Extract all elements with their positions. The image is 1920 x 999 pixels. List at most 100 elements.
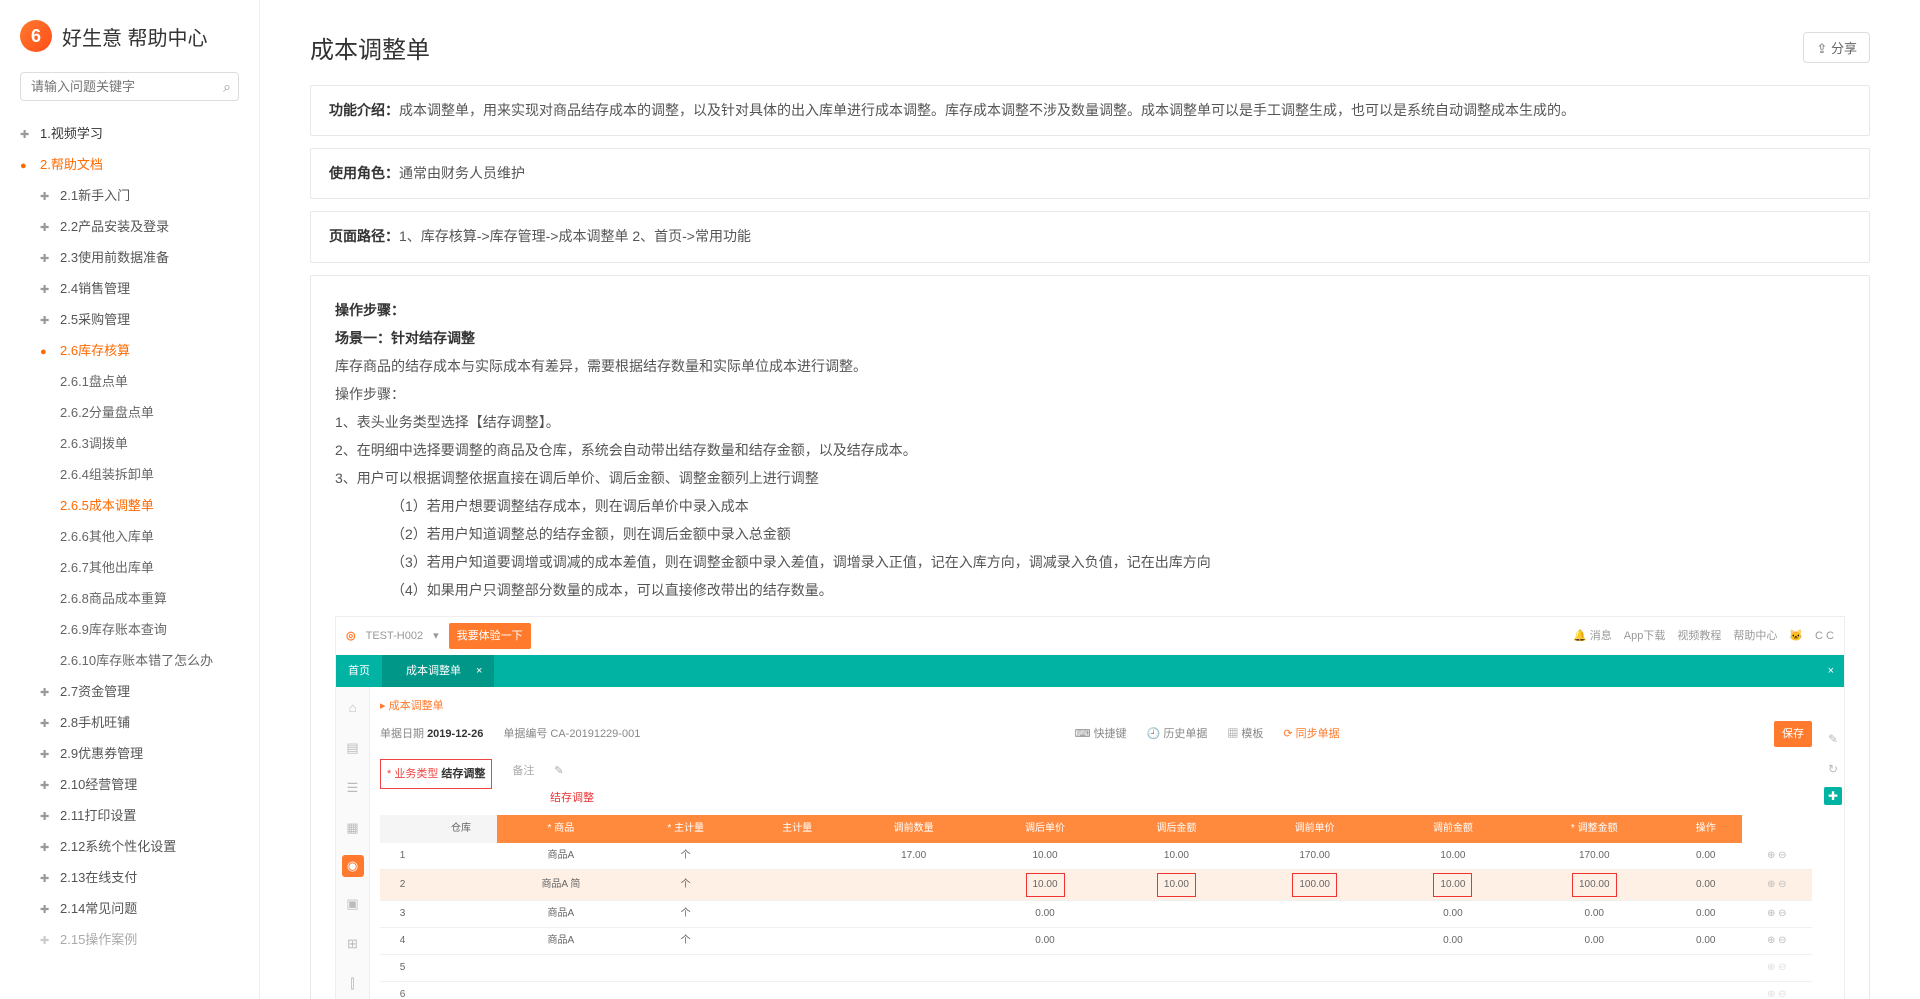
table-cell: 4 [380, 927, 425, 954]
nav-l3[interactable]: 2.6.3调拨单 [0, 427, 259, 458]
nav-l3[interactable]: 2.6.10库存账本错了怎么办 [0, 644, 259, 675]
col-header: 仓库 [425, 815, 497, 843]
nav-l2[interactable]: ✚2.12系统个性化设置 [0, 830, 259, 861]
tool-icon: ✚ [1824, 787, 1842, 805]
nav-l2[interactable]: ✚2.3使用前数据准备 [0, 241, 259, 272]
table-cell [848, 954, 979, 981]
remark-label: 备注 [512, 760, 534, 782]
nav-l2[interactable]: ✚2.8手机旺铺 [0, 706, 259, 737]
table-cell: 0.00 [1670, 900, 1742, 927]
page-title: 成本调整单 [310, 30, 430, 65]
nav-label: 2.13在线支付 [60, 870, 137, 885]
row-number: 6 [380, 981, 425, 999]
nav-l2[interactable]: ✚2.10经营管理 [0, 768, 259, 799]
table-cell [746, 981, 848, 999]
table-cell: 1 [380, 843, 425, 870]
user-name: C C [1815, 625, 1834, 647]
nav-l3[interactable]: 2.6.2分量盘点单 [0, 396, 259, 427]
app-right-rail: ✎ ↻ ✚ [1822, 687, 1844, 999]
plus-icon: ✚ [40, 283, 54, 296]
nav-l2[interactable]: ✚2.13在线支付 [0, 861, 259, 892]
table-cell [625, 981, 746, 999]
share-icon: ⇪ [1816, 41, 1827, 56]
table-cell: 0.00 [1387, 927, 1518, 954]
table-cell [425, 981, 497, 999]
nav-l3[interactable]: 2.6.6其他入库单 [0, 520, 259, 551]
nav-label: 2.帮助文档 [40, 157, 103, 172]
nav-l3[interactable]: 2.6.4组装拆卸单 [0, 458, 259, 489]
nav-l3[interactable]: 2.6.1盘点单 [0, 365, 259, 396]
table-cell [1111, 954, 1242, 981]
table-cell [425, 869, 497, 900]
nav-docs[interactable]: ●2.帮助文档 [0, 148, 259, 179]
app-meta-row: 单据日期 2019-12-26 单据编号 CA-20191229-001 ⌨ 快… [380, 721, 1812, 747]
row-number: 5 [380, 954, 425, 981]
dropdown-icon: ▾ [433, 625, 439, 647]
table-cell [746, 843, 848, 870]
nav-l3[interactable]: 2.6.9库存账本查询 [0, 613, 259, 644]
date-label: 单据日期 [380, 728, 424, 740]
table-row: 1商品A个17.0010.0010.00170.0010.00170.000.0… [380, 843, 1812, 870]
nav-l2[interactable]: ✚2.7资金管理 [0, 675, 259, 706]
nav-video[interactable]: ✚1.视频学习 [0, 117, 259, 148]
step-3a: （1）若用户想要调整结存成本，则在调后单价中录入成本 [335, 492, 1845, 520]
role-card: 使用角色：通常由财务人员维护 [310, 148, 1870, 199]
table-cell: 17.00 [848, 843, 979, 870]
nav-l2[interactable]: ✚ 2.9优惠券管理 [0, 737, 259, 768]
brand-logo: 6 [20, 20, 52, 52]
nav-l2[interactable]: ✚ 2.5采购管理 [0, 303, 259, 334]
plus-icon: ✚ [40, 748, 54, 761]
org-name: TEST-H002 [366, 625, 423, 647]
table-cell [425, 900, 497, 927]
share-button[interactable]: ⇪ 分享 [1803, 32, 1870, 63]
doc-label: 单据编号 [503, 728, 547, 740]
table-cell [425, 843, 497, 870]
nav-l3-cost-adjust[interactable]: 2.6.5成本调整单 [0, 489, 259, 520]
plus-icon: ✚ [20, 128, 34, 141]
table-cell [1670, 981, 1742, 999]
nav-label: 2.11打印设置 [60, 808, 136, 823]
nav-label: 2.6.2分量盘点单 [60, 405, 154, 420]
article-body: 操作步骤： 场景一：针对结存调整 库存商品的结存成本与实际成本有差异，需要根据结… [310, 275, 1870, 999]
col-header: * 商品 [497, 815, 625, 843]
minus-icon: ● [40, 346, 54, 358]
nav-label: 2.14常见问题 [60, 901, 137, 916]
plus-icon: ✚ [40, 190, 54, 203]
app-topbar: ◎ TEST-H002 ▾ 我要体验一下 🔔 消息 App下载 视频教程 帮助中… [336, 617, 1844, 655]
nav-label: 2.6.9库存账本查询 [60, 622, 167, 637]
intro-text: 成本调整单，用来实现对商品结存成本的调整，以及针对具体的出入库单进行成本调整。库… [399, 102, 1575, 118]
table-cell: 商品A [497, 900, 625, 927]
table-row: 2商品A 简个10.0010.00100.0010.00100.000.00⊕ … [380, 869, 1812, 900]
search-icon[interactable]: ⌕ [223, 78, 231, 95]
nav-label: 2.6库存核算 [60, 343, 130, 358]
nav-label: 2.9优惠券管理 [60, 746, 143, 761]
business-type-field: * 业务类型 结存调整 [380, 759, 492, 789]
path-label: 页面路径： [329, 228, 399, 244]
nav-l2[interactable]: ✚ 2.1新手入门 [0, 179, 259, 210]
path-card: 页面路径：1、库存核算->库存管理->成本调整单 2、首页->常用功能 [310, 211, 1870, 262]
intro-label: 功能介绍： [329, 102, 399, 118]
col-header: 主计量 [746, 815, 848, 843]
remark-hint: ✎ [554, 760, 563, 782]
step-3d: （4）如果用户只调整部分数量的成本，可以直接修改带出的结存数量。 [335, 576, 1845, 604]
nav-l2[interactable]: ✚2.15操作案例 [0, 923, 259, 954]
nav-l2[interactable]: ✚2.11打印设置 [0, 799, 259, 830]
step-2: 2、在明细中选择要调整的商品及仓库，系统会自动带出结存数量和结存金额，以及结存成… [335, 436, 1845, 464]
nav-l3[interactable]: 2.6.8商品成本重算 [0, 582, 259, 613]
nav-l2[interactable]: ✚2.4销售管理 [0, 272, 259, 303]
search-input[interactable] [20, 72, 239, 101]
template-label: 模板 [1241, 728, 1263, 740]
table-cell [848, 981, 979, 999]
nav-l2[interactable]: ✚2.14常见问题 [0, 892, 259, 923]
nav-l2[interactable]: ✚2.2产品安装及登录 [0, 210, 259, 241]
table-cell [848, 869, 979, 900]
scene-label: 场景一：针对结存调整 [335, 330, 475, 346]
nav-label: 2.1新手入门 [60, 188, 130, 203]
plus-icon: ✚ [40, 314, 54, 327]
nav-l3[interactable]: 2.6.7其他出库单 [0, 551, 259, 582]
home-icon: ⌂ [349, 695, 357, 721]
nav-l2-inventory[interactable]: ● 2.6库存核算 [0, 334, 259, 365]
col-header: 调后单价 [979, 815, 1110, 843]
table-cell [1387, 954, 1518, 981]
nav-label: 2.5采购管理 [60, 312, 130, 327]
